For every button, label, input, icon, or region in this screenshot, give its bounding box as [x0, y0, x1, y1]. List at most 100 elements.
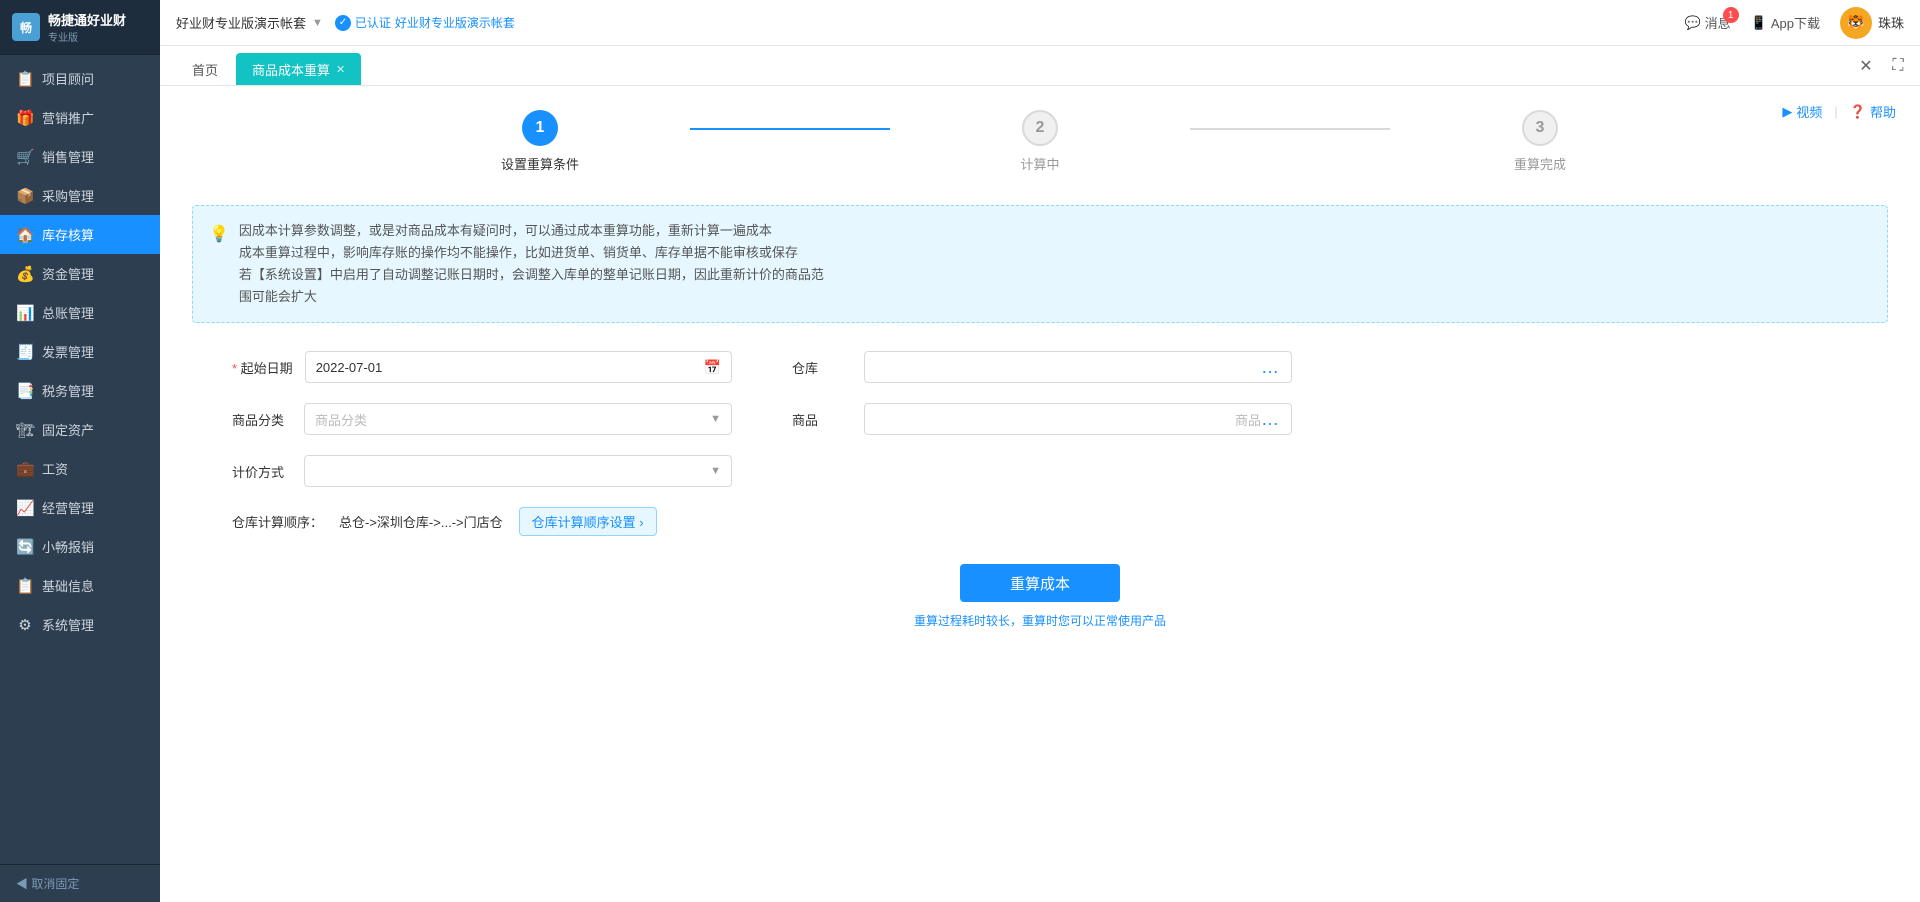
warehouse-order-settings-button[interactable]: 仓库计算顺序设置 › — [519, 507, 657, 536]
step-line-1 — [690, 128, 890, 130]
info-content: 因成本计算参数调整，或是对商品成本有疑问时，可以通过成本重算功能，重新计算一遍成… — [239, 220, 824, 308]
account-selector[interactable]: 好业财专业版演示帐套 ▼ — [176, 13, 323, 32]
submit-area: 重算成本 重算过程耗时较长，重算时您可以正常使用产品 — [232, 564, 1848, 629]
tab-home-label: 首页 — [192, 60, 218, 79]
sidebar-nav: 📋项目顾问🎁营销推广🛒销售管理📦采购管理🏠库存核算💰资金管理📊总账管理🧾发票管理… — [0, 55, 160, 864]
pricing-label: 计价方式 — [232, 462, 292, 481]
sidebar-label-basic: 基础信息 — [42, 576, 94, 595]
submit-hint: 重算过程耗时较长，重算时您可以正常使用产品 — [914, 612, 1166, 629]
main-panel: 好业财专业版演示帐套 ▼ ✓ 已认证 好业财专业版演示帐套 💬 消息 1 📱 A… — [160, 0, 1920, 902]
info-box: 💡 因成本计算参数调整，或是对商品成本有疑问时，可以通过成本重算功能，重新计算一… — [192, 205, 1888, 323]
category-item: 商品分类 商品分类 ▼ — [232, 403, 732, 435]
sidebar-label-sales: 销售管理 — [42, 147, 94, 166]
sidebar-item-basic[interactable]: 📋 基础信息 — [0, 566, 160, 605]
tab-cost-recalc[interactable]: 商品成本重算 ✕ — [236, 53, 361, 85]
sidebar-label-project: 项目顾问 — [42, 69, 94, 88]
goods-input[interactable]: 商品 … — [864, 403, 1292, 435]
sidebar-item-purchase[interactable]: 📦 采购管理 — [0, 176, 160, 215]
goods-ellipsis-icon[interactable]: … — [1261, 409, 1281, 430]
sidebar-item-expense[interactable]: 🔄 小畅报销 — [0, 527, 160, 566]
pricing-dropdown-icon: ▼ — [710, 465, 721, 477]
warehouse-ellipsis-icon[interactable]: … — [1261, 357, 1281, 378]
window-controls: ✕ ⛶ — [1852, 46, 1920, 86]
app-download-label: App下载 — [1771, 13, 1820, 32]
tab-home[interactable]: 首页 — [176, 53, 234, 85]
sidebar-item-invoice[interactable]: 🧾 发票管理 — [0, 332, 160, 371]
sidebar-item-fixed-assets[interactable]: 🏗固定资产 — [0, 410, 160, 449]
shield-icon: ✓ — [335, 15, 351, 31]
sidebar-item-salary[interactable]: 💼 工资 — [0, 449, 160, 488]
pricing-input[interactable]: ▼ — [304, 455, 732, 487]
warehouse-order-value: 总仓->深圳仓库->...->门店仓 — [339, 512, 503, 531]
sidebar-item-operation[interactable]: 📈 经营管理 — [0, 488, 160, 527]
sidebar-label-purchase: 采购管理 — [42, 186, 94, 205]
step-2: 2 计算中 — [890, 110, 1190, 173]
sidebar-icon-accounting: 📊 — [16, 304, 34, 322]
warehouse-item: 仓库 … — [792, 351, 1292, 383]
warehouse-input[interactable]: … — [864, 351, 1292, 383]
sidebar-logo-icon: 畅 — [12, 13, 40, 41]
sidebar-label-system: 系统管理 — [42, 615, 94, 634]
info-line-2: 成本重算过程中，影响库存账的操作均不能操作，比如进货单、销货单、库存单据不能审核… — [239, 242, 824, 264]
avatar-area[interactable]: 🐯 珠珠 — [1840, 7, 1904, 39]
warehouse-order-label: 仓库计算顺序： — [232, 512, 323, 531]
app-download-button[interactable]: 📱 App下载 — [1751, 13, 1820, 32]
sidebar-item-system[interactable]: ⚙系统管理 — [0, 605, 160, 644]
bulb-icon: 💡 — [209, 221, 229, 248]
form-row-2: 商品分类 商品分类 ▼ 商品 商品 … — [232, 403, 1848, 435]
sidebar-title-block: 畅捷通好业财 专业版 — [48, 10, 126, 44]
sidebar-item-accounting[interactable]: 📊 总账管理 — [0, 293, 160, 332]
account-chevron-icon: ▼ — [312, 17, 323, 29]
sidebar-icon-operation: 📈 — [16, 499, 34, 517]
sidebar-item-sales[interactable]: 🛒 销售管理 — [0, 137, 160, 176]
sidebar-label-finance: 资金管理 — [42, 264, 94, 283]
sidebar-icon-salary: 💼 — [16, 460, 34, 478]
start-date-value: 2022-07-01 — [316, 360, 696, 375]
sidebar-label-tax: 税务管理 — [42, 381, 94, 400]
sidebar-unpin-button[interactable]: ◀ 取消固定 — [0, 864, 160, 902]
phone-icon: 📱 — [1751, 15, 1767, 31]
sidebar-icon-basic: 📋 — [16, 577, 34, 595]
sidebar-icon-finance: 💰 — [16, 265, 34, 283]
category-label: 商品分类 — [232, 410, 292, 429]
sidebar-icon-expense: 🔄 — [16, 538, 34, 556]
topbar-right: 💬 消息 1 📱 App下载 🐯 珠珠 — [1684, 7, 1904, 39]
step-1-circle: 1 — [522, 110, 558, 146]
sidebar-item-marketing[interactable]: 🎁营销推广 — [0, 98, 160, 137]
goods-label: 商品 — [792, 410, 852, 429]
sidebar-label-operation: 经营管理 — [42, 498, 94, 517]
sidebar-icon-purchase: 📦 — [16, 187, 34, 205]
sidebar-item-tax[interactable]: 📑税务管理 — [0, 371, 160, 410]
tab-cost-recalc-label: 商品成本重算 — [252, 60, 330, 79]
start-date-label: 起始日期 — [232, 358, 293, 377]
sidebar-item-finance[interactable]: 💰 资金管理 — [0, 254, 160, 293]
sidebar: 畅 畅捷通好业财 专业版 📋项目顾问🎁营销推广🛒销售管理📦采购管理🏠库存核算💰资… — [0, 0, 160, 902]
category-input[interactable]: 商品分类 ▼ — [304, 403, 732, 435]
form-section: 起始日期 2022-07-01 📅 仓库 … 商品分类 — [192, 351, 1888, 629]
sidebar-header: 畅 畅捷通好业财 专业版 — [0, 0, 160, 55]
submit-button[interactable]: 重算成本 — [960, 564, 1120, 602]
account-name: 好业财专业版演示帐套 — [176, 13, 306, 32]
message-button[interactable]: 💬 消息 1 — [1684, 13, 1730, 32]
sidebar-label-expense: 小畅报销 — [42, 537, 94, 556]
start-date-input[interactable]: 2022-07-01 📅 — [305, 351, 732, 383]
message-badge: 1 — [1723, 7, 1739, 23]
sidebar-label-accounting: 总账管理 — [42, 303, 94, 322]
tabbar: 首页 商品成本重算 ✕ ✕ ⛶ — [160, 46, 1920, 86]
username: 珠珠 — [1878, 13, 1904, 32]
sidebar-title-main: 畅捷通好业财 — [48, 10, 126, 29]
window-expand-button[interactable]: ⛶ — [1884, 52, 1912, 80]
sidebar-item-inventory[interactable]: 🏠库存核算 — [0, 215, 160, 254]
sidebar-label-invoice: 发票管理 — [42, 342, 94, 361]
sidebar-icon-sales: 🛒 — [16, 148, 34, 166]
info-line-1: 因成本计算参数调整，或是对商品成本有疑问时，可以通过成本重算功能，重新计算一遍成… — [239, 220, 824, 242]
calendar-icon[interactable]: 📅 — [704, 359, 721, 376]
sidebar-item-project[interactable]: 📋项目顾问 — [0, 59, 160, 98]
window-close-button[interactable]: ✕ — [1852, 52, 1880, 80]
goods-item: 商品 商品 … — [792, 403, 1292, 435]
tab-close-icon[interactable]: ✕ — [336, 63, 345, 76]
sidebar-icon-invoice: 🧾 — [16, 343, 34, 361]
verified-badge-area: ✓ 已认证 好业财专业版演示帐套 — [335, 14, 515, 31]
verified-account-name: 好业财专业版演示帐套 — [395, 14, 515, 31]
sidebar-label-salary: 工资 — [42, 459, 68, 478]
